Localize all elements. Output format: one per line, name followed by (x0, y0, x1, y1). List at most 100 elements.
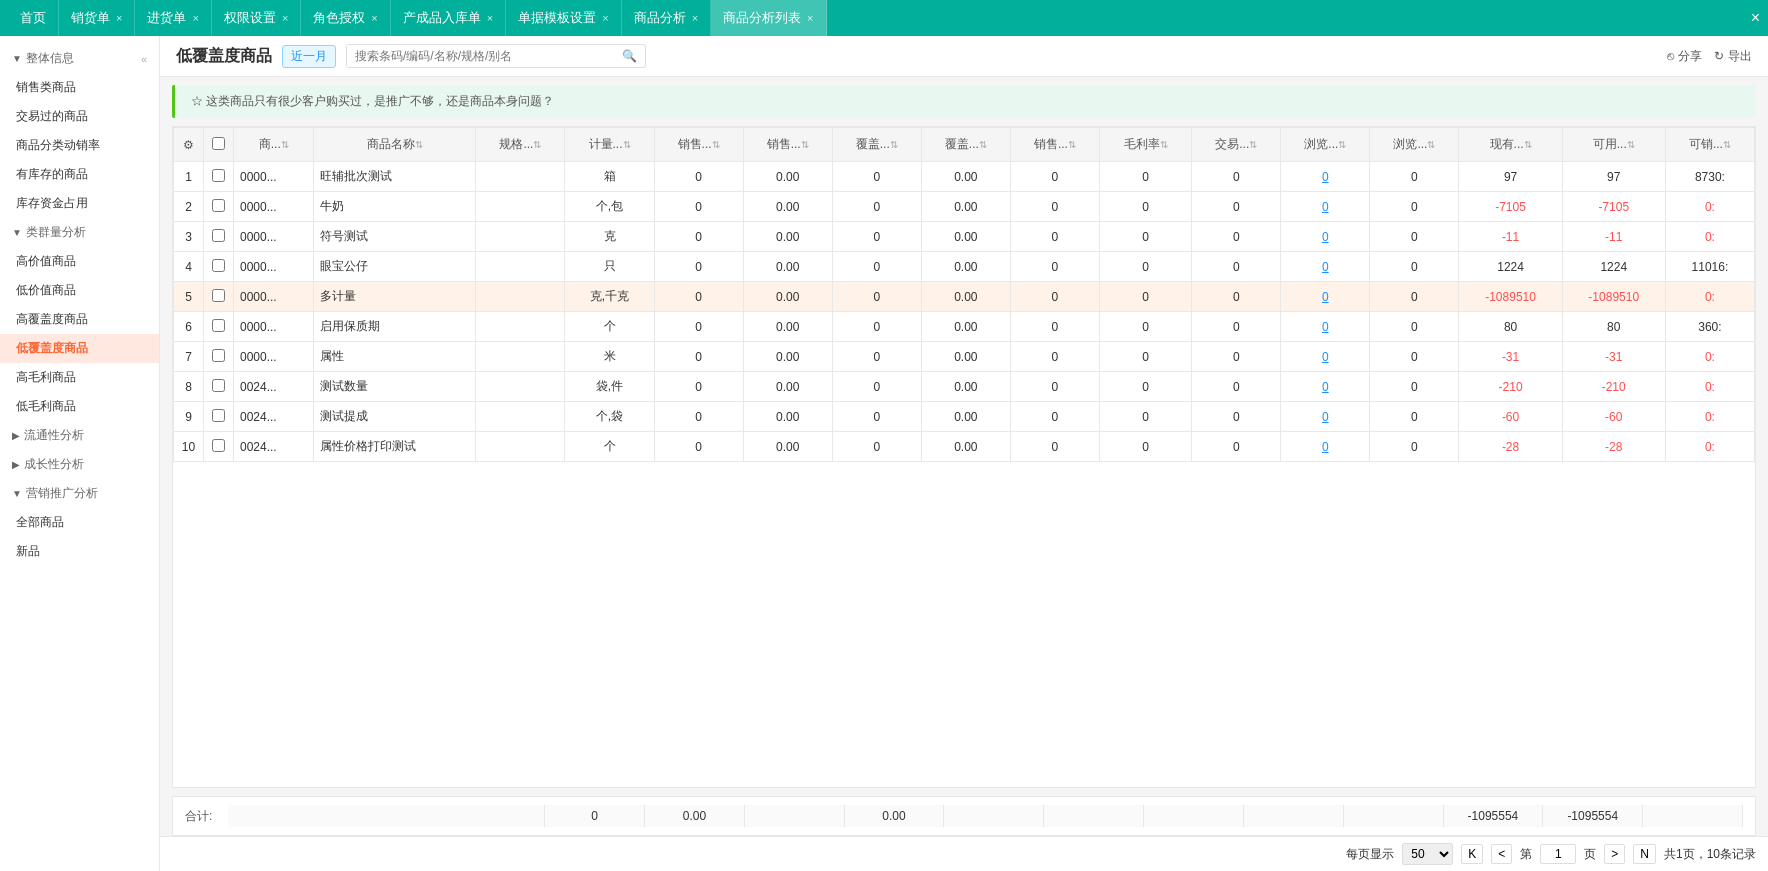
row-checkbox[interactable] (204, 312, 234, 342)
col-cover2[interactable]: 覆盖...⇅ (921, 128, 1010, 162)
row-select-checkbox[interactable] (212, 289, 225, 302)
export-button[interactable]: ↻ 导出 (1714, 48, 1752, 65)
row-select-checkbox[interactable] (212, 199, 225, 212)
sidebar-item-new-goods[interactable]: 新品 (0, 537, 159, 566)
close-icon[interactable]: × (371, 12, 377, 24)
sidebar-item-all-goods[interactable]: 全部商品 (0, 508, 159, 537)
row-browse1[interactable]: 0 (1281, 222, 1370, 252)
row-checkbox[interactable] (204, 162, 234, 192)
sidebar-item-low-value[interactable]: 低价值商品 (0, 276, 159, 305)
row-select-checkbox[interactable] (212, 229, 225, 242)
row-browse1[interactable]: 0 (1281, 282, 1370, 312)
nav-tab-purchase[interactable]: 进货单 × (135, 0, 211, 36)
col-stock1[interactable]: 现有...⇅ (1459, 128, 1562, 162)
row-select-checkbox[interactable] (212, 319, 225, 332)
col-trade[interactable]: 交易...⇅ (1192, 128, 1281, 162)
row-browse1[interactable]: 0 (1281, 432, 1370, 462)
nav-tab-sales[interactable]: 销货单 × (59, 0, 135, 36)
close-icon[interactable]: × (807, 12, 813, 24)
row-select-checkbox[interactable] (212, 259, 225, 272)
last-page-button[interactable]: N (1633, 844, 1656, 864)
sidebar-item-low-coverage[interactable]: 低覆盖度商品 (0, 334, 159, 363)
nav-tab-templates[interactable]: 单据模板设置 × (506, 0, 621, 36)
row-browse1[interactable]: 0 (1281, 192, 1370, 222)
close-icon[interactable]: × (116, 12, 122, 24)
row-checkbox[interactable] (204, 402, 234, 432)
close-icon[interactable]: × (602, 12, 608, 24)
row-checkbox[interactable] (204, 342, 234, 372)
sidebar-section-overall[interactable]: ▼ 整体信息 « (0, 44, 159, 73)
col-sales3[interactable]: 销售...⇅ (1010, 128, 1099, 162)
page-input[interactable] (1540, 844, 1576, 864)
col-stock3[interactable]: 可销...⇅ (1665, 128, 1754, 162)
row-checkbox[interactable] (204, 432, 234, 462)
row-browse1[interactable]: 0 (1281, 312, 1370, 342)
col-cover1[interactable]: 覆盖...⇅ (832, 128, 921, 162)
row-no: 9 (174, 402, 204, 432)
first-page-button[interactable]: K (1461, 844, 1483, 864)
sidebar-item-category-rate[interactable]: 商品分类动销率 (0, 131, 159, 160)
share-button[interactable]: ⎋ 分享 (1667, 48, 1702, 65)
row-select-checkbox[interactable] (212, 349, 225, 362)
sidebar-item-high-margin[interactable]: 高毛利商品 (0, 363, 159, 392)
prev-page-button[interactable]: < (1491, 844, 1512, 864)
nav-tab-production[interactable]: 产成品入库单 × (391, 0, 506, 36)
nav-tab-home[interactable]: 首页 (8, 0, 59, 36)
sidebar-item-sales-goods[interactable]: 销售类商品 (0, 73, 159, 102)
sidebar-section-circulation[interactable]: ▶ 流通性分析 (0, 421, 159, 450)
sidebar-section-cluster[interactable]: ▼ 类群量分析 (0, 218, 159, 247)
col-spec[interactable]: 规格...⇅ (476, 128, 565, 162)
sidebar-item-traded-goods[interactable]: 交易过的商品 (0, 102, 159, 131)
col-checkbox[interactable] (204, 128, 234, 162)
date-filter-month[interactable]: 近一月 (282, 45, 336, 68)
select-all-checkbox[interactable] (212, 137, 225, 150)
close-icon[interactable]: × (487, 12, 493, 24)
col-name[interactable]: 商品名称⇅ (314, 128, 476, 162)
row-checkbox[interactable] (204, 282, 234, 312)
col-code[interactable]: 商...⇅ (234, 128, 314, 162)
row-select-checkbox[interactable] (212, 439, 225, 452)
close-icon[interactable]: × (192, 12, 198, 24)
next-page-button[interactable]: > (1604, 844, 1625, 864)
close-all-button[interactable]: × (1751, 9, 1760, 27)
nav-tab-permissions[interactable]: 权限设置 × (212, 0, 301, 36)
col-stock2[interactable]: 可用...⇅ (1562, 128, 1665, 162)
nav-tab-roles[interactable]: 角色授权 × (301, 0, 390, 36)
sidebar-item-inventory-fund[interactable]: 库存资金占用 (0, 189, 159, 218)
row-sales3: 0 (1010, 342, 1099, 372)
col-sales-qty[interactable]: 销售...⇅ (654, 128, 743, 162)
search-icon[interactable]: 🔍 (614, 45, 645, 67)
row-browse2: 0 (1370, 222, 1459, 252)
row-browse1[interactable]: 0 (1281, 402, 1370, 432)
col-browse1[interactable]: 浏览...⇅ (1281, 128, 1370, 162)
close-icon[interactable]: × (692, 12, 698, 24)
sidebar-item-stocked-goods[interactable]: 有库存的商品 (0, 160, 159, 189)
col-unit[interactable]: 计量...⇅ (565, 128, 654, 162)
sidebar-item-high-coverage[interactable]: 高覆盖度商品 (0, 305, 159, 334)
row-checkbox[interactable] (204, 192, 234, 222)
sidebar-section-marketing[interactable]: ▼ 营销推广分析 (0, 479, 159, 508)
col-browse2[interactable]: 浏览...⇅ (1370, 128, 1459, 162)
row-checkbox[interactable] (204, 252, 234, 282)
nav-tab-analysis-list[interactable]: 商品分析列表 × (711, 0, 826, 36)
sidebar-section-growth[interactable]: ▶ 成长性分析 (0, 450, 159, 479)
sidebar-item-low-margin[interactable]: 低毛利商品 (0, 392, 159, 421)
row-select-checkbox[interactable] (212, 379, 225, 392)
col-sales-amt[interactable]: 销售...⇅ (743, 128, 832, 162)
col-margin[interactable]: 毛利率⇅ (1099, 128, 1191, 162)
row-browse1[interactable]: 0 (1281, 162, 1370, 192)
row-checkbox[interactable] (204, 222, 234, 252)
nav-tab-analysis[interactable]: 商品分析 × (622, 0, 711, 36)
search-input[interactable] (347, 45, 614, 67)
row-browse1[interactable]: 0 (1281, 252, 1370, 282)
row-select-checkbox[interactable] (212, 409, 225, 422)
row-browse1[interactable]: 0 (1281, 372, 1370, 402)
page-size-select[interactable]: 50 100 200 (1402, 843, 1453, 865)
row-select-checkbox[interactable] (212, 169, 225, 182)
close-icon[interactable]: × (282, 12, 288, 24)
sidebar-item-high-value[interactable]: 高价值商品 (0, 247, 159, 276)
row-checkbox[interactable] (204, 372, 234, 402)
row-browse1[interactable]: 0 (1281, 342, 1370, 372)
col-settings[interactable]: ⚙ (174, 128, 204, 162)
collapse-icon[interactable]: « (141, 53, 147, 65)
